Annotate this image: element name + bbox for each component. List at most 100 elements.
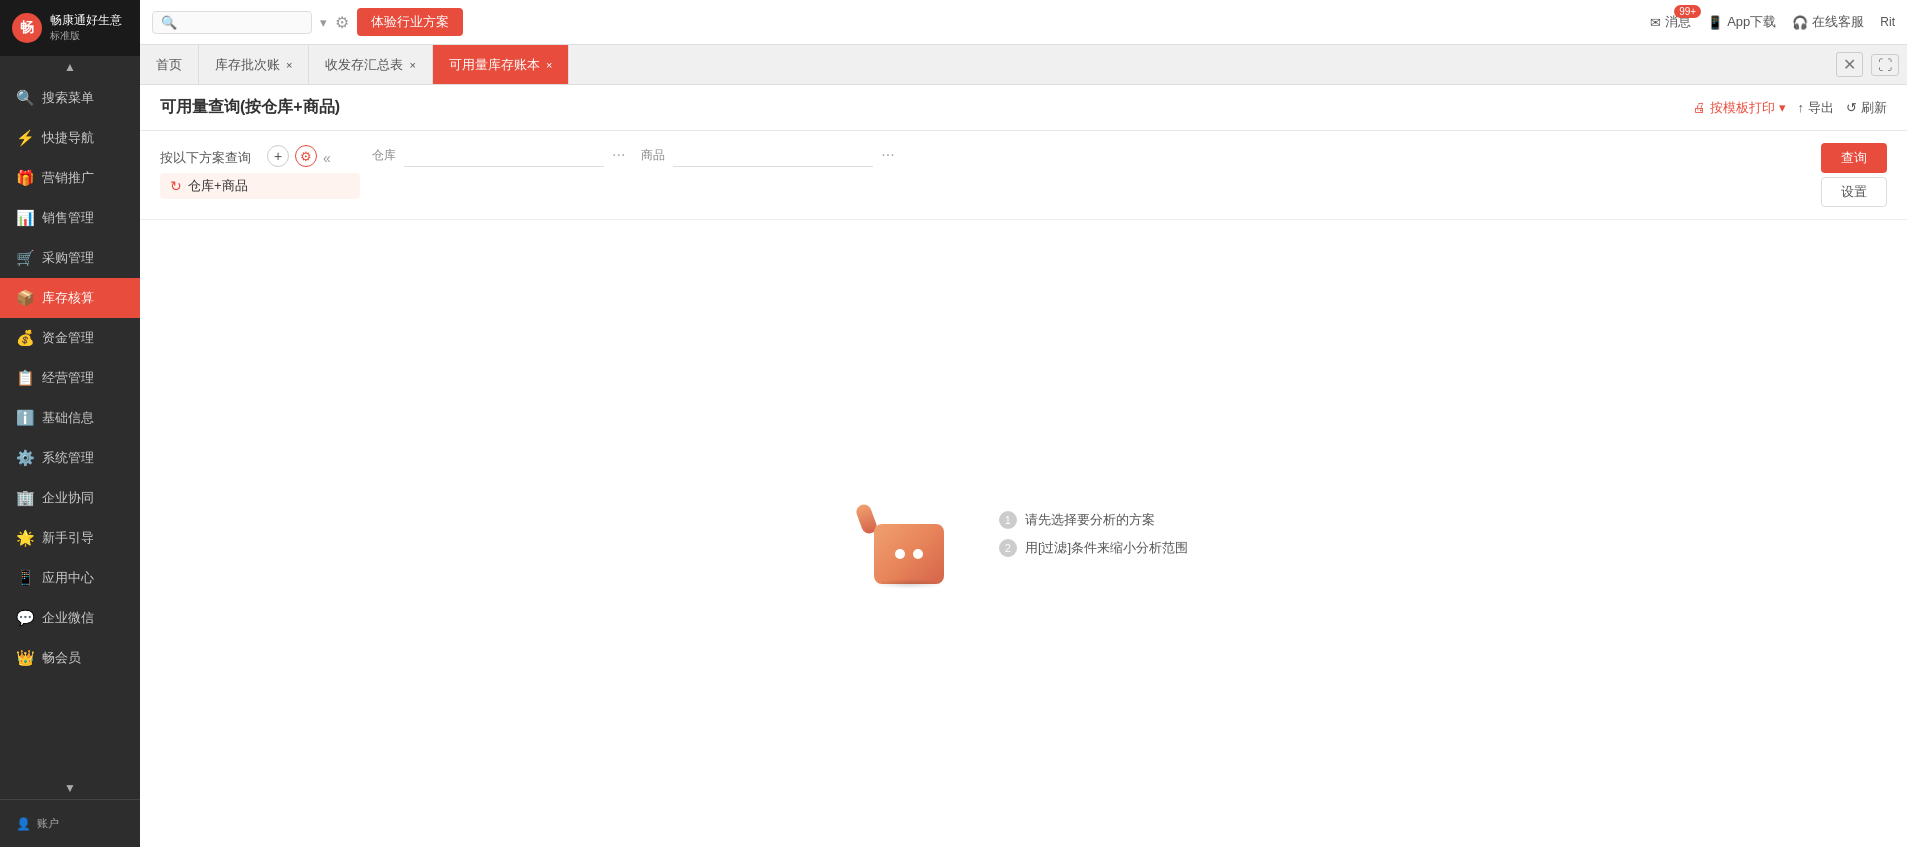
nav-label-inventory: 库存核算 bbox=[42, 289, 94, 307]
template-print-btn[interactable]: 🖨 按模板打印 ▾ bbox=[1693, 99, 1786, 117]
nav-label-wechat: 企业微信 bbox=[42, 609, 94, 627]
nav-label-purchase: 采购管理 bbox=[42, 249, 94, 267]
nav-label-operations: 经营管理 bbox=[42, 369, 94, 387]
scheme-icon: ↻ bbox=[170, 178, 182, 194]
printer-icon: 🖨 bbox=[1693, 100, 1706, 115]
empty-inner: 1 请先选择要分析的方案 2 用[过滤]条件来缩小分析范围 bbox=[859, 484, 1188, 584]
sidebar-item-finance[interactable]: 💰资金管理 bbox=[0, 318, 140, 358]
sidebar-item-guide[interactable]: 🌟 新手引导 bbox=[0, 518, 140, 558]
export-btn[interactable]: ↑ 导出 bbox=[1798, 99, 1835, 117]
query-btn[interactable]: 查询 bbox=[1821, 143, 1887, 173]
sidebar: 畅 畅康通好生意 标准版 ▲ 🔍搜索菜单⚡快捷导航🎁营销推广📊销售管理🛒采购管理… bbox=[0, 0, 140, 847]
sidebar-item-wechat[interactable]: 💬 企业微信 bbox=[0, 598, 140, 638]
template-chevron-icon: ▾ bbox=[1779, 100, 1786, 115]
user-avatar-icon: 👤 bbox=[16, 817, 31, 831]
sidebar-item-basic[interactable]: ℹ️基础信息 bbox=[0, 398, 140, 438]
filter-inputs: 仓库 ··· 商品 ··· bbox=[372, 143, 1809, 167]
filter-settings-btn[interactable]: ⚙ bbox=[295, 145, 317, 167]
topbar-search-box[interactable]: 🔍 bbox=[152, 11, 312, 34]
app-name: 畅康通好生意 bbox=[50, 13, 122, 29]
sidebar-logo: 畅 畅康通好生意 标准版 bbox=[0, 0, 140, 56]
topbar-gear-icon[interactable]: ⚙ bbox=[335, 13, 349, 32]
tip-item-1: 1 请先选择要分析的方案 bbox=[999, 511, 1188, 529]
tabs-close-all-btn[interactable]: ✕ bbox=[1836, 52, 1863, 77]
app-version: 标准版 bbox=[50, 29, 122, 43]
sidebar-item-apps[interactable]: 📱应用中心 bbox=[0, 558, 140, 598]
page-header-actions: 🖨 按模板打印 ▾ ↑ 导出 ↺ 刷新 bbox=[1693, 99, 1888, 117]
filter-add-btn[interactable]: + bbox=[267, 145, 289, 167]
nav-icon-search: 🔍 bbox=[16, 89, 34, 107]
tip-item-2: 2 用[过滤]条件来缩小分析范围 bbox=[999, 539, 1188, 557]
warehouse-input[interactable] bbox=[404, 143, 604, 167]
nav-label-sales: 销售管理 bbox=[42, 209, 94, 227]
nav-label-member: 畅会员 bbox=[42, 649, 81, 667]
tab-summary[interactable]: 收发存汇总表 × bbox=[309, 45, 432, 85]
export-icon: ↑ bbox=[1798, 100, 1805, 115]
action-btns: 查询 设置 bbox=[1821, 143, 1887, 207]
topbar-service[interactable]: 🎧 在线客服 bbox=[1792, 13, 1864, 31]
page-content: 可用量查询(按仓库+商品) 🖨 按模板打印 ▾ ↑ 导出 ↺ 刷新 bbox=[140, 85, 1907, 847]
scheme-item-warehouse-product[interactable]: ↻ 仓库+商品 bbox=[160, 173, 360, 199]
page-title: 可用量查询(按仓库+商品) bbox=[160, 97, 340, 118]
nav-label-finance: 资金管理 bbox=[42, 329, 94, 347]
sidebar-item-enterprise[interactable]: 🏢企业协同 bbox=[0, 478, 140, 518]
nav-label-enterprise: 企业协同 bbox=[42, 489, 94, 507]
filter-warehouse-group: 仓库 ··· bbox=[372, 143, 625, 167]
sidebar-item-purchase[interactable]: 🛒采购管理 bbox=[0, 238, 140, 278]
nav-label-quick: 快捷导航 bbox=[42, 129, 94, 147]
product-input[interactable] bbox=[673, 143, 873, 167]
search-input[interactable] bbox=[183, 15, 283, 29]
sidebar-item-inventory[interactable]: 📦 库存核算 bbox=[0, 278, 140, 318]
nav-icon-marketing: 🎁 bbox=[16, 169, 34, 187]
page-header: 可用量查询(按仓库+商品) 🖨 按模板打印 ▾ ↑ 导出 ↺ 刷新 bbox=[140, 85, 1907, 131]
tab-home-label: 首页 bbox=[156, 56, 182, 74]
nav-icon-wechat: 💬 bbox=[16, 609, 34, 627]
topbar: 🔍 ▾ ⚙ 体验行业方案 ✉ 消息 99+ 📱 App下载 🎧 在线客服 Rit bbox=[140, 0, 1907, 45]
sidebar-item-search[interactable]: 🔍搜索菜单 bbox=[0, 78, 140, 118]
robot-eye-left bbox=[895, 549, 905, 559]
nav-icon-inventory: 📦 bbox=[16, 289, 34, 307]
tip-text-1: 请先选择要分析的方案 bbox=[1025, 511, 1155, 529]
filter-warehouse-row: 仓库 ··· bbox=[372, 143, 625, 167]
sidebar-scroll-up[interactable]: ▲ bbox=[0, 56, 140, 78]
filter-collapse-btn[interactable]: « bbox=[323, 146, 331, 166]
nav-label-basic: 基础信息 bbox=[42, 409, 94, 427]
tab-summary-label: 收发存汇总表 bbox=[325, 56, 403, 74]
warehouse-more-icon[interactable]: ··· bbox=[612, 146, 625, 164]
sidebar-scroll-down[interactable]: ▼ bbox=[0, 777, 140, 799]
tab-batch[interactable]: 库存批次账 × bbox=[199, 45, 309, 85]
trial-btn[interactable]: 体验行业方案 bbox=[357, 8, 463, 36]
empty-robot-illustration bbox=[859, 484, 959, 584]
tab-available[interactable]: 可用量库存账本 × bbox=[433, 45, 569, 85]
nav-label-guide: 新手引导 bbox=[42, 529, 94, 547]
refresh-btn[interactable]: ↺ 刷新 bbox=[1846, 99, 1887, 117]
topbar-right: ✉ 消息 99+ 📱 App下载 🎧 在线客服 Rit bbox=[1650, 13, 1895, 31]
topbar-app-download[interactable]: 📱 App下载 bbox=[1707, 13, 1776, 31]
topbar-user[interactable]: Rit bbox=[1880, 15, 1895, 29]
sidebar-item-sales[interactable]: 📊销售管理 bbox=[0, 198, 140, 238]
settings-btn[interactable]: 设置 bbox=[1821, 177, 1887, 207]
sidebar-item-marketing[interactable]: 🎁营销推广 bbox=[0, 158, 140, 198]
sidebar-item-operations[interactable]: 📋经营管理 bbox=[0, 358, 140, 398]
filter-product-group: 商品 ··· bbox=[641, 143, 894, 167]
empty-state: 1 请先选择要分析的方案 2 用[过滤]条件来缩小分析范围 bbox=[140, 220, 1907, 847]
product-more-icon[interactable]: ··· bbox=[881, 146, 894, 164]
sidebar-item-member[interactable]: 👑畅会员 bbox=[0, 638, 140, 678]
topbar-chevron-icon[interactable]: ▾ bbox=[320, 15, 327, 30]
sidebar-bottom-user[interactable]: 👤 账户 bbox=[8, 808, 132, 839]
tab-batch-close[interactable]: × bbox=[286, 59, 292, 71]
tabs-right-btns: ✕ ⛶ bbox=[1836, 52, 1907, 77]
sidebar-item-quick[interactable]: ⚡快捷导航 bbox=[0, 118, 140, 158]
nav-icon-guide: 🌟 bbox=[16, 529, 34, 547]
tabsbar: 首页 库存批次账 × 收发存汇总表 × 可用量库存账本 × ✕ ⛶ bbox=[140, 45, 1907, 85]
filter-area: 按以下方案查询 + ⚙ « ↻ 仓库+商品 bbox=[140, 131, 1907, 220]
tab-available-close[interactable]: × bbox=[546, 59, 552, 71]
nav-icon-apps: 📱 bbox=[16, 569, 34, 587]
tabs-expand-btn[interactable]: ⛶ bbox=[1871, 54, 1899, 76]
tab-home[interactable]: 首页 bbox=[140, 45, 199, 85]
tip-num-2: 2 bbox=[999, 539, 1017, 557]
topbar-msg[interactable]: ✉ 消息 99+ bbox=[1650, 13, 1691, 31]
sidebar-item-system[interactable]: ⚙️系统管理 bbox=[0, 438, 140, 478]
tab-summary-close[interactable]: × bbox=[409, 59, 415, 71]
search-icon: 🔍 bbox=[161, 15, 177, 30]
